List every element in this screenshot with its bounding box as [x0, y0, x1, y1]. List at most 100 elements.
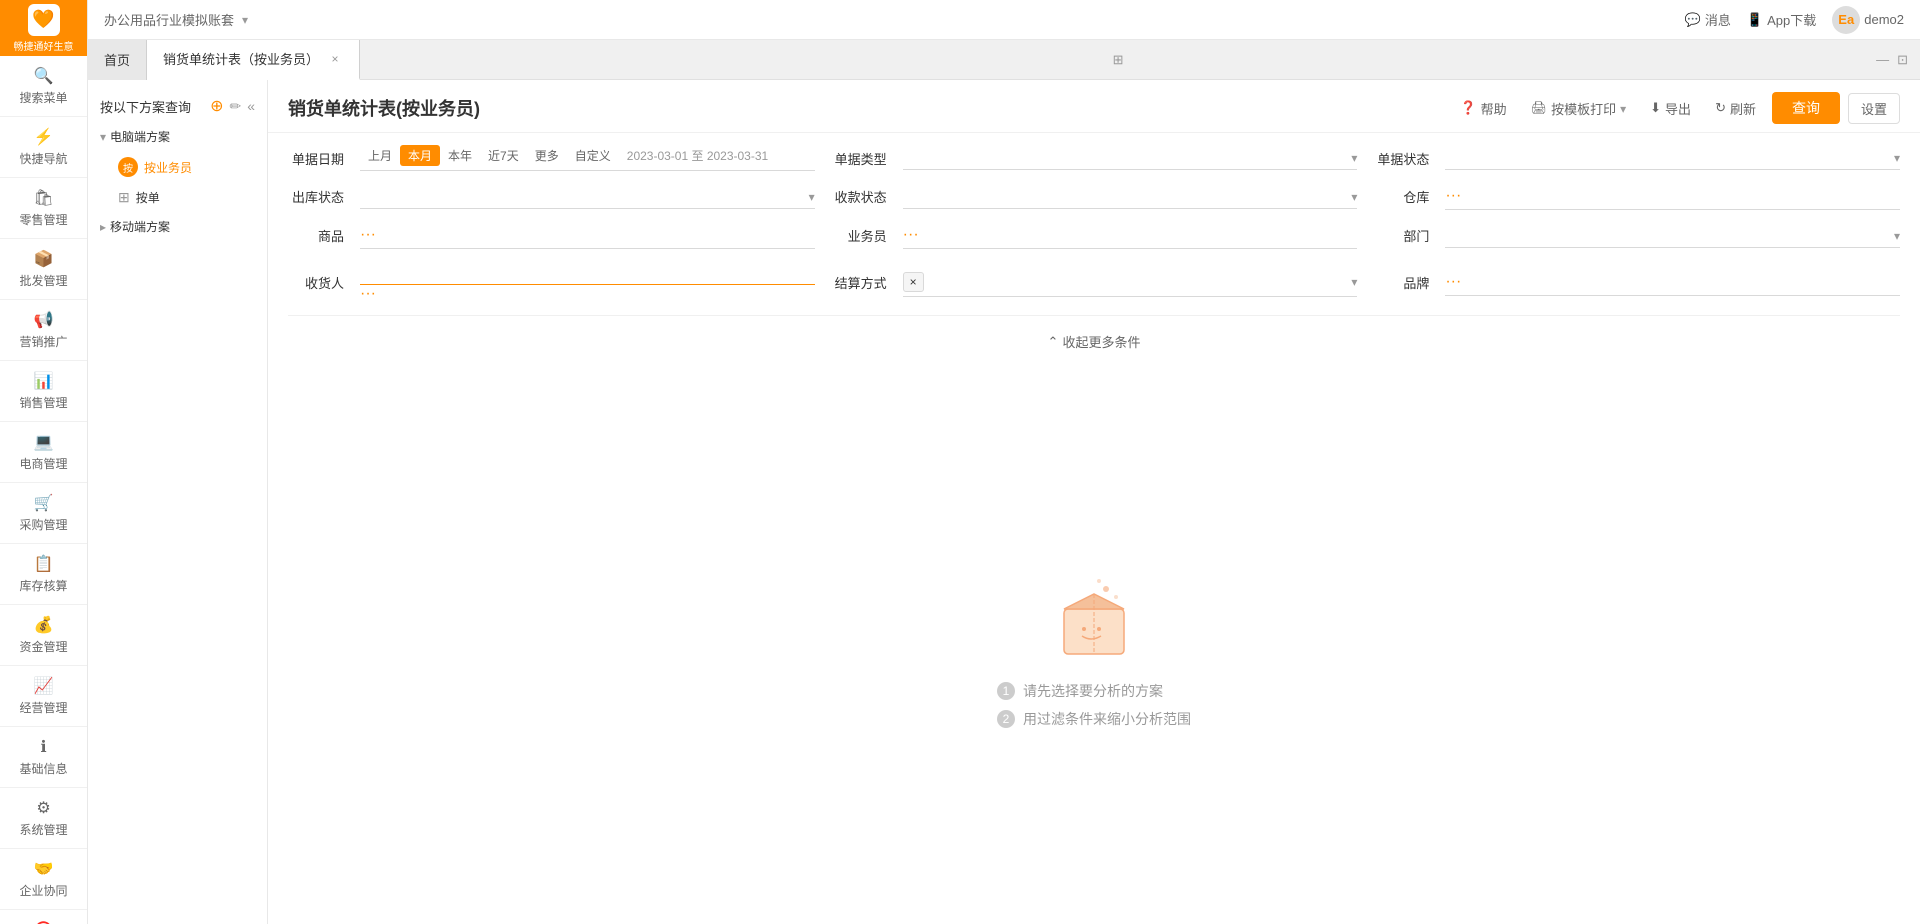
nav-dropdown-icon[interactable] [242, 12, 248, 27]
sidebar-item-inventory[interactable]: 📋 库存核算 [0, 544, 87, 605]
department-dropdown-icon [1894, 228, 1900, 243]
tab-close-icon[interactable]: × [327, 51, 343, 67]
main-container: 办公用品行业模拟账套 💬 消息 📱 App下载 Ea demo2 首页 [88, 0, 1920, 924]
sidebar-item-sales[interactable]: 📊 销售管理 [0, 361, 87, 422]
date-btn-thismonth[interactable]: 本月 [400, 145, 440, 166]
quicknav-icon: ⚡ [34, 127, 54, 147]
settings-label: 设置 [1861, 99, 1887, 118]
header-right: 💬 消息 📱 App下载 Ea demo2 [1685, 6, 1904, 34]
receiver-filter-control[interactable]: ··· [360, 261, 815, 303]
nav-title-area: 办公用品行业模拟账套 [104, 10, 248, 29]
app-logo[interactable]: 🧡 畅捷通好生意 [0, 0, 88, 56]
collapse-btn[interactable]: ⌃ 收起更多条件 [288, 326, 1900, 357]
sidebar-item-search[interactable]: 🔍 搜索菜单 [0, 56, 87, 117]
scheme-query-label: 按以下方案查询 [100, 97, 191, 116]
refresh-btn[interactable]: ↻ 刷新 [1707, 95, 1764, 122]
right-panel: 销货单统计表(按业务员) ❓ 帮助 🖨 按模板打印 ⬇ 导出 [268, 80, 1920, 924]
help-btn[interactable]: ❓ 帮助 [1452, 95, 1514, 122]
receiver-filter-label: 收货人 [288, 273, 344, 292]
tab-expand-btn[interactable]: ⊞ [1103, 52, 1134, 68]
sidebar-item-quicknav[interactable]: ⚡ 快捷导航 [0, 117, 87, 178]
add-scheme-icon[interactable]: ⊕ [210, 96, 223, 116]
tip-1-text: 请先选择要分析的方案 [1023, 681, 1163, 701]
user-name: demo2 [1864, 12, 1904, 27]
print-label: 按模板打印 [1551, 99, 1616, 118]
export-btn[interactable]: ⬇ 导出 [1642, 95, 1699, 122]
date-btn-lastmonth[interactable]: 上月 [360, 145, 400, 166]
doctype-filter-control[interactable] [903, 146, 1358, 170]
brand-filter-control[interactable]: ··· [1445, 269, 1900, 296]
sidebar-item-ecommerce[interactable]: 💻 电商管理 [0, 422, 87, 483]
sidebar-item-label: 批发管理 [19, 272, 67, 289]
sidebar-item-newbie[interactable]: 🎯 新手引导 [0, 910, 87, 924]
goods-filter-label: 商品 [288, 226, 344, 245]
sidebar-item-label: 零售管理 [19, 211, 67, 228]
warehouse-filter-control[interactable]: ··· [1445, 183, 1900, 210]
settings-btn[interactable]: 设置 [1848, 93, 1900, 124]
print-btn[interactable]: 🖨 按模板打印 [1523, 95, 1635, 122]
date-filter-control: 上月 本月 本年 近7天 更多 自定义 2023-03-01 至 2023-03… [360, 145, 815, 171]
inventory-icon: 📋 [34, 554, 54, 574]
app-download-icon: 📱 [1747, 12, 1763, 28]
docstatus-filter-control[interactable] [1445, 146, 1900, 170]
window-minimize-icon[interactable]: — [1876, 52, 1889, 67]
outstatus-filter-label: 出库状态 [288, 187, 344, 206]
docstatus-dropdown-icon [1894, 150, 1900, 165]
content-area: 按以下方案查询 ⊕ ✏ « 电脑端方案 按 按业务员 ⊞ 按单 [88, 80, 1920, 924]
edit-scheme-icon[interactable]: ✏ [229, 98, 241, 115]
date-range-text: 2023-03-01 至 2023-03-31 [627, 147, 768, 164]
page-actions: ❓ 帮助 🖨 按模板打印 ⬇ 导出 ↻ 刷新 [1452, 92, 1900, 124]
sidebar-item-operations[interactable]: 📈 经营管理 [0, 666, 87, 727]
settle-filter-control[interactable]: × [903, 268, 1358, 297]
sidebar-item-label: 基础信息 [19, 760, 67, 777]
tab-home[interactable]: 首页 [88, 40, 147, 80]
sidebar-item-purchase[interactable]: 🛒 采购管理 [0, 483, 87, 544]
paystatus-filter-control[interactable] [903, 185, 1358, 209]
goods-filter-control[interactable]: ··· [360, 222, 815, 249]
salesperson-filter-control[interactable]: ··· [903, 222, 1358, 249]
sidebar-item-finance[interactable]: 💰 资金管理 [0, 605, 87, 666]
settle-tag[interactable]: × [903, 272, 924, 292]
outstatus-filter-control[interactable] [360, 185, 815, 209]
settle-tag-close-icon[interactable]: × [910, 275, 917, 289]
user-menu[interactable]: Ea demo2 [1832, 6, 1904, 34]
tree-item-label: 电脑端方案 [110, 128, 170, 145]
operations-icon: 📈 [34, 676, 54, 696]
date-btn-more[interactable]: 更多 [527, 145, 567, 166]
receiver-dots[interactable]: ··· [360, 285, 376, 302]
sidebar: 🧡 畅捷通好生意 🔍 搜索菜单 ⚡ 快捷导航 🛍 零售管理 📦 批发管理 📢 营… [0, 0, 88, 924]
filter-row-2: 出库状态 收款状态 仓库 [288, 183, 1900, 210]
tree-item-by-salesperson[interactable]: 按 按业务员 [88, 151, 267, 183]
receiver-input[interactable] [360, 261, 815, 285]
search-icon: 🔍 [34, 66, 54, 86]
sidebar-item-marketing[interactable]: 📢 营销推广 [0, 300, 87, 361]
tree-item-label: 移动端方案 [110, 218, 170, 235]
scheme-header-icons: ⊕ ✏ « [210, 96, 255, 116]
sidebar-item-collab[interactable]: 🤝 企业协同 [0, 849, 87, 910]
page-header: 销货单统计表(按业务员) ❓ 帮助 🖨 按模板打印 ⬇ 导出 [268, 80, 1920, 133]
collapse-scheme-icon[interactable]: « [247, 98, 255, 114]
department-filter-control[interactable] [1445, 224, 1900, 248]
date-btn-7days[interactable]: 近7天 [480, 145, 527, 166]
export-label: 导出 [1665, 99, 1691, 118]
tree-item-desktop[interactable]: 电脑端方案 [88, 122, 267, 151]
sidebar-item-label: 电商管理 [19, 455, 67, 472]
query-btn[interactable]: 查询 [1772, 92, 1840, 124]
tree-item-mobile[interactable]: 移动端方案 [88, 212, 267, 241]
empty-illustration [1044, 569, 1144, 669]
sidebar-item-system[interactable]: ⚙ 系统管理 [0, 788, 87, 849]
tree-item-by-order[interactable]: ⊞ 按单 [88, 183, 267, 212]
tab-sales-report[interactable]: 销货单统计表（按业务员） × [147, 40, 360, 80]
tree-item-child-label: 按业务员 [144, 159, 192, 176]
message-btn[interactable]: 💬 消息 [1685, 10, 1731, 29]
sidebar-item-retail[interactable]: 🛍 零售管理 [0, 178, 87, 239]
sidebar-item-baseinfo[interactable]: ℹ 基础信息 [0, 727, 87, 788]
date-btn-custom[interactable]: 自定义 [567, 145, 619, 166]
sidebar-item-label: 快捷导航 [19, 150, 67, 167]
sidebar-item-wholesale[interactable]: 📦 批发管理 [0, 239, 87, 300]
empty-state: 1 请先选择要分析的方案 2 用过滤条件来缩小分析范围 [268, 373, 1920, 924]
salesperson-filter-label: 业务员 [831, 226, 887, 245]
date-btn-thisyear[interactable]: 本年 [440, 145, 480, 166]
window-maximize-icon[interactable]: ⊡ [1897, 52, 1908, 68]
app-download-btn[interactable]: 📱 App下载 [1747, 10, 1816, 29]
